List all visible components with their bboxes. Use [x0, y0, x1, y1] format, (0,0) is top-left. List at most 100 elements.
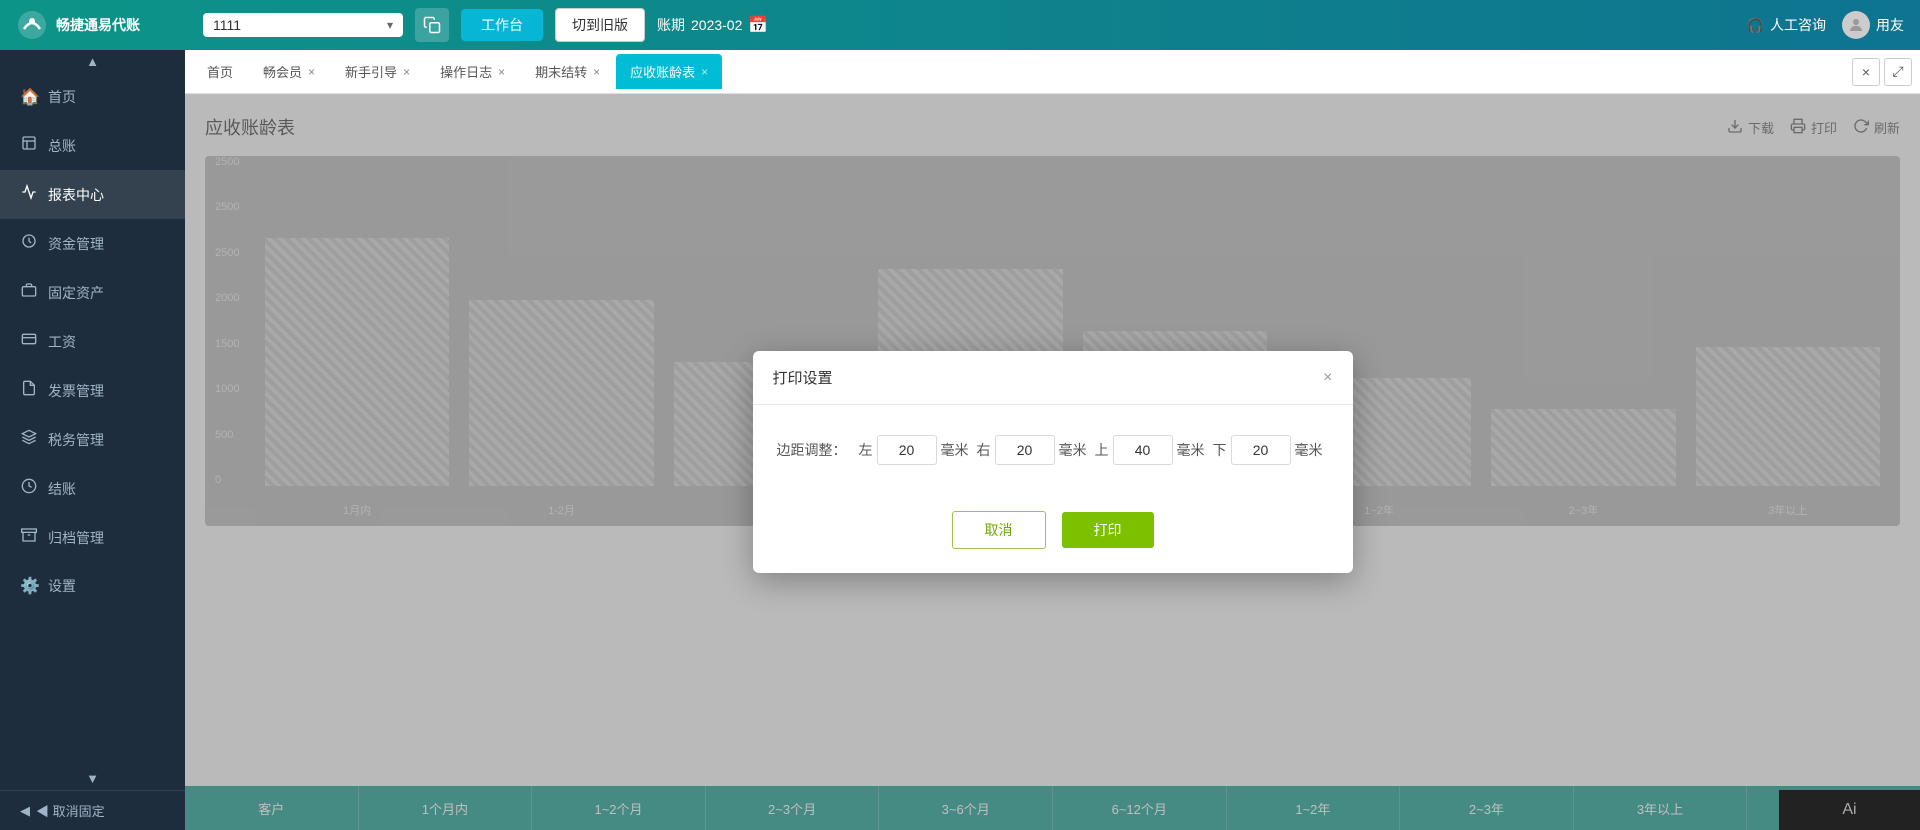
home-icon: 🏠 — [20, 87, 38, 107]
sidebar-item-settlement[interactable]: 结账 — [0, 464, 185, 513]
bottom-unit-label: 毫米 — [1295, 440, 1323, 460]
sidebar: ▲ 🏠 首页 总账 报表中心 资金管 — [0, 50, 185, 830]
invoice-icon — [20, 380, 38, 401]
header-right: 🎧 人工咨询 用友 — [1747, 11, 1904, 39]
main-layout: ▲ 🏠 首页 总账 报表中心 资金管 — [0, 50, 1920, 830]
ai-bar[interactable]: Ai — [1779, 790, 1920, 830]
tab-operation-log[interactable]: 操作日志 × — [426, 54, 519, 89]
ledger-icon — [20, 135, 38, 156]
cancel-button[interactable]: 取消 — [952, 511, 1046, 549]
settlement-icon — [20, 478, 38, 499]
tax-icon — [20, 429, 38, 450]
sidebar-label-fund: 资金管理 — [48, 234, 104, 254]
sidebar-label-settlement: 结账 — [48, 479, 76, 499]
right-direction-label: 右 — [977, 440, 991, 460]
tab-membership[interactable]: 畅会员 × — [249, 54, 329, 89]
sidebar-label-invoice: 发票管理 — [48, 381, 104, 401]
tabs-bar: 首页 畅会员 × 新手引导 × 操作日志 × 期末结转 × 应收账龄表 × — [185, 50, 1920, 94]
sidebar-item-general-ledger[interactable]: 总账 — [0, 121, 185, 170]
headset-icon: 🎧 — [1747, 17, 1764, 34]
top-margin-input[interactable] — [1113, 435, 1173, 465]
right-unit-label: 毫米 — [1059, 440, 1087, 460]
company-selector[interactable]: 1111 ▾ — [203, 13, 403, 37]
tab-period-end[interactable]: 期末结转 × — [521, 54, 614, 89]
margin-bottom-item: 下 毫米 — [1213, 435, 1323, 465]
dialog-body: 边距调整： 左 毫米 右 毫米 — [753, 405, 1353, 495]
account-period: 账期 2023-02 📅 — [657, 15, 768, 35]
tab-period-end-label: 期末结转 — [535, 62, 587, 81]
sidebar-item-settings[interactable]: ⚙️ 设置 — [0, 562, 185, 610]
bottom-margin-input[interactable] — [1231, 435, 1291, 465]
margin-label: 边距调整： — [777, 440, 847, 460]
tab-membership-close[interactable]: × — [308, 65, 315, 79]
sidebar-label-tax: 税务管理 — [48, 430, 104, 450]
fund-icon — [20, 233, 38, 254]
ai-label: Ai — [1842, 801, 1856, 819]
tab-ar-aging-close[interactable]: × — [701, 65, 708, 79]
scroll-up-arrow[interactable]: ▲ — [0, 50, 185, 73]
payroll-icon — [20, 331, 38, 352]
sidebar-label-home: 首页 — [48, 87, 76, 107]
sidebar-label-report-center: 报表中心 — [48, 185, 104, 205]
left-margin-input[interactable] — [877, 435, 937, 465]
fixed-assets-icon — [20, 282, 38, 303]
logo-icon — [16, 9, 48, 41]
collapse-label: ◀ 取消固定 — [36, 801, 105, 820]
tab-ar-aging[interactable]: 应收账龄表 × — [616, 54, 722, 89]
margin-top-item: 上 毫米 — [1095, 435, 1205, 465]
account-period-value: 2023-02 — [691, 17, 742, 33]
margin-row: 边距调整： 左 毫米 右 毫米 — [777, 435, 1329, 465]
logo-text: 畅捷通易代账 — [56, 15, 140, 35]
sidebar-item-report-center[interactable]: 报表中心 — [0, 170, 185, 219]
support-button[interactable]: 🎧 人工咨询 — [1747, 15, 1826, 35]
sidebar-item-archive[interactable]: 归档管理 — [0, 513, 185, 562]
tab-ar-aging-label: 应收账龄表 — [630, 62, 695, 81]
modal-overlay: 打印设置 × 边距调整： 左 毫米 右 — [185, 94, 1920, 830]
expand-tab-button[interactable]: ⤢ — [1884, 58, 1912, 86]
dialog-footer: 取消 打印 — [753, 495, 1353, 573]
sidebar-label-payroll: 工资 — [48, 332, 76, 352]
sidebar-label-settings: 设置 — [48, 576, 76, 596]
top-direction-label: 上 — [1095, 440, 1109, 460]
chevron-down-icon: ▾ — [387, 18, 393, 32]
user-button[interactable]: 用友 — [1842, 11, 1904, 39]
tab-guide[interactable]: 新手引导 × — [331, 54, 424, 89]
tab-operation-log-close[interactable]: × — [498, 65, 505, 79]
tabs-right-actions: × ⤢ — [1852, 58, 1912, 86]
top-unit-label: 毫米 — [1177, 440, 1205, 460]
old-version-button[interactable]: 切到旧版 — [555, 8, 645, 42]
report-icon — [20, 184, 38, 205]
sidebar-item-invoice[interactable]: 发票管理 — [0, 366, 185, 415]
tab-home[interactable]: 首页 — [193, 54, 247, 89]
confirm-print-button[interactable]: 打印 — [1062, 512, 1154, 548]
margin-right-item: 右 毫米 — [977, 435, 1087, 465]
dialog-header: 打印设置 × — [753, 351, 1353, 405]
calendar-icon[interactable]: 📅 — [748, 15, 768, 35]
sidebar-label-fixed-assets: 固定资产 — [48, 283, 104, 303]
sidebar-item-home[interactable]: 🏠 首页 — [0, 73, 185, 121]
sidebar-label-archive: 归档管理 — [48, 528, 104, 548]
margin-left-item: 左 毫米 — [859, 435, 969, 465]
copy-button[interactable] — [415, 8, 449, 42]
collapse-icon: ◀ — [20, 803, 30, 819]
dialog-title: 打印设置 — [773, 367, 833, 388]
sidebar-item-payroll[interactable]: 工资 — [0, 317, 185, 366]
tab-period-end-close[interactable]: × — [593, 65, 600, 79]
workbench-button[interactable]: 工作台 — [461, 9, 543, 41]
sidebar-item-fixed-assets[interactable]: 固定资产 — [0, 268, 185, 317]
tab-membership-label: 畅会员 — [263, 62, 302, 81]
collapse-sidebar-button[interactable]: ◀ ◀ 取消固定 — [0, 790, 185, 830]
content-area: 首页 畅会员 × 新手引导 × 操作日志 × 期末结转 × 应收账龄表 × — [185, 50, 1920, 830]
tab-guide-close[interactable]: × — [403, 65, 410, 79]
tab-home-label: 首页 — [207, 62, 233, 81]
bottom-direction-label: 下 — [1213, 440, 1227, 460]
sidebar-scroll: 🏠 首页 总账 报表中心 资金管理 — [0, 73, 185, 767]
settings-icon: ⚙️ — [20, 576, 38, 596]
right-margin-input[interactable] — [995, 435, 1055, 465]
sidebar-item-tax[interactable]: 税务管理 — [0, 415, 185, 464]
header: 畅捷通易代账 1111 ▾ 工作台 切到旧版 账期 2023-02 📅 🎧 人工… — [0, 0, 1920, 50]
close-all-tabs-button[interactable]: × — [1852, 58, 1880, 86]
scroll-down-arrow[interactable]: ▼ — [0, 767, 185, 790]
sidebar-item-fund[interactable]: 资金管理 — [0, 219, 185, 268]
dialog-close-button[interactable]: × — [1323, 369, 1332, 387]
